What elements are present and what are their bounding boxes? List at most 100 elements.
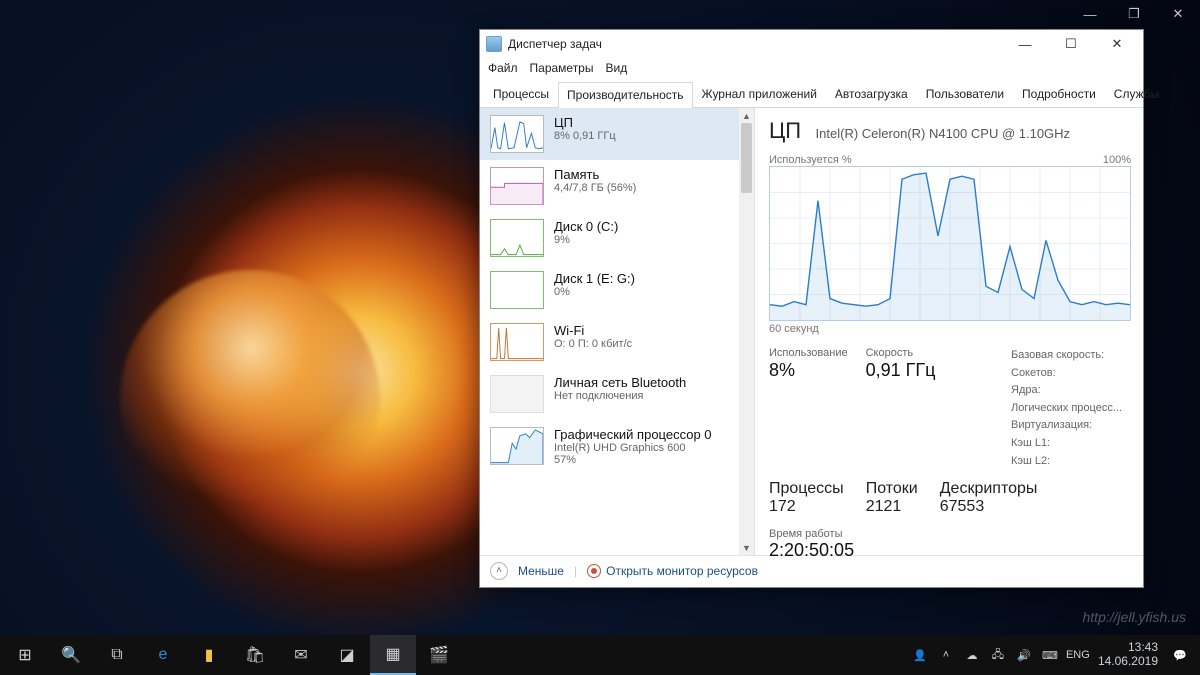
sidebar-item-disk1[interactable]: Диск 1 (E: G:) 0% [480,264,754,316]
os-window-controls: — ❐ ✕ [1068,0,1200,28]
tab-processes[interactable]: Процессы [484,81,558,107]
movies-icon[interactable]: 🎬 [416,635,462,675]
sidebar: ЦП 8% 0,91 ГГц Память 4,4/7,8 ГБ (56%) [480,108,755,555]
sidebar-item-label: Wi-Fi [554,323,632,338]
sidebar-item-gpu[interactable]: Графический процессор 0 Intel(R) UHD Gra… [480,420,754,473]
onedrive-icon[interactable]: ☁ [962,649,982,662]
sidebar-item-label: Графический процессор 0 [554,427,712,442]
chart-label-bottom: 60 секунд [769,323,1131,335]
stat-label: Скорость [866,347,936,359]
sidebar-item-cpu[interactable]: ЦП 8% 0,91 ГГц [480,108,754,160]
mini-chart-wifi [490,323,544,361]
scroll-thumb[interactable] [741,123,752,193]
desktop: — ❐ ✕ http://jell.yfish.us Диспетчер зад… [0,0,1200,675]
window-close-button[interactable]: ✕ [1097,33,1137,55]
task-manager-icon [486,36,502,52]
scroll-down-icon[interactable]: ▼ [739,540,754,555]
sidebar-item-label: Память [554,167,636,182]
open-resource-monitor-link[interactable]: Открыть монитор ресурсов [587,564,758,578]
tab-performance[interactable]: Производительность [558,82,692,108]
wallpaper-jellyfish [120,270,380,530]
mini-chart-gpu [490,427,544,465]
volume-icon[interactable]: 🔊 [1014,649,1034,662]
resource-monitor-icon [587,564,601,578]
store-icon[interactable]: 🛍 [232,635,278,675]
detail-heading: ЦП [769,118,801,144]
app-icon[interactable]: ◪ [324,635,370,675]
body: ЦП 8% 0,91 ГГц Память 4,4/7,8 ГБ (56%) [480,108,1143,555]
stat-handles-value: 67553 [940,498,1038,516]
sidebar-item-sub: 9% [554,234,618,246]
mini-chart-memory [490,167,544,205]
window-minimize-button[interactable]: — [1005,33,1045,55]
people-icon[interactable]: 👤 [910,649,930,662]
menu-options[interactable]: Параметры [530,61,594,75]
sidebar-item-wifi[interactable]: Wi-Fi О: 0 П: 0 кбит/с [480,316,754,368]
sidebar-item-sub: 0% [554,286,635,298]
chart-label-right: 100% [1103,154,1131,166]
cpu-usage-chart[interactable] [769,166,1131,321]
stat-label: Процессы [769,480,844,498]
titlebar[interactable]: Диспетчер задач — ☐ ✕ [480,30,1143,58]
os-maximize-button[interactable]: ❐ [1112,0,1156,28]
sidebar-item-memory[interactable]: Память 4,4/7,8 ГБ (56%) [480,160,754,212]
fewer-details-link[interactable]: Меньше [518,564,564,578]
tab-startup[interactable]: Автозагрузка [826,81,917,107]
os-minimize-button[interactable]: — [1068,0,1112,28]
stat-processes-value: 172 [769,498,844,516]
system-tray: 👤 ˄ ☁ 🖧 🔊 ⌨ ENG 13:43 14.06.2019 💬 [902,641,1198,669]
sidebar-item-bluetooth[interactable]: Личная сеть Bluetooth Нет подключения [480,368,754,420]
task-manager-window: Диспетчер задач — ☐ ✕ Файл Параметры Вид… [479,29,1144,588]
sidebar-item-sub: Нет подключения [554,390,686,402]
scroll-up-icon[interactable]: ▲ [739,108,754,123]
mini-chart-cpu [490,115,544,153]
sidebar-item-disk0[interactable]: Диск 0 (C:) 9% [480,212,754,264]
sidebar-item-sub: 8% 0,91 ГГц [554,130,616,142]
uptime-value: 2:20:50:05 [769,540,1131,561]
file-explorer-icon[interactable]: ▮ [186,635,232,675]
language-indicator[interactable]: ENG [1066,649,1086,661]
details-pane: ЦП Intel(R) Celeron(R) N4100 CPU @ 1.10G… [755,108,1143,555]
stat-threads-value: 2121 [866,498,918,516]
sidebar-item-label: ЦП [554,115,616,130]
edge-icon[interactable]: e [140,635,186,675]
menu-view[interactable]: Вид [605,61,627,75]
keyboard-icon[interactable]: ⌨ [1040,649,1060,662]
task-manager-taskbar-icon[interactable]: ▦ [370,635,416,675]
watermark-text: http://jell.yfish.us [1083,609,1187,625]
task-view-icon[interactable]: ⧉ [94,635,140,675]
cpu-spec-labels: Базовая скорость: Сокетов: Ядра: Логичес… [1011,347,1131,470]
tab-users[interactable]: Пользователи [917,81,1013,107]
tab-app-history[interactable]: Журнал приложений [693,81,826,107]
tab-services[interactable]: Службы [1105,81,1168,107]
tray-chevron-icon[interactable]: ˄ [936,649,956,661]
sidebar-item-label: Личная сеть Bluetooth [554,375,686,390]
os-close-button[interactable]: ✕ [1156,0,1200,28]
tab-details[interactable]: Подробности [1013,81,1105,107]
mail-icon[interactable]: ✉ [278,635,324,675]
stat-label: Использование [769,347,848,359]
window-maximize-button[interactable]: ☐ [1051,33,1091,55]
chart-label-left: Используется % [769,154,852,166]
menu-file[interactable]: Файл [488,61,518,75]
resource-monitor-label: Открыть монитор ресурсов [606,564,758,578]
stat-label: Потоки [866,480,918,498]
menu-bar: Файл Параметры Вид [480,58,1143,81]
sidebar-item-sub: О: 0 П: 0 кбит/с [554,338,632,350]
window-title: Диспетчер задач [508,37,602,51]
network-icon[interactable]: 🖧 [988,646,1008,665]
sidebar-item-label: Диск 1 (E: G:) [554,271,635,286]
start-button[interactable]: ⊞ [2,635,48,675]
cpu-model: Intel(R) Celeron(R) N4100 CPU @ 1.10GHz [816,126,1071,141]
action-center-icon[interactable]: 💬 [1170,649,1190,662]
tab-strip: Процессы Производительность Журнал прило… [480,81,1143,108]
stat-label: Дескрипторы [940,480,1038,498]
clock[interactable]: 13:43 14.06.2019 [1092,641,1164,669]
sidebar-scrollbar[interactable]: ▲ ▼ [739,108,754,555]
mini-chart-bluetooth [490,375,544,413]
sidebar-item-sub: 4,4/7,8 ГБ (56%) [554,182,636,194]
mini-chart-disk0 [490,219,544,257]
mini-chart-disk1 [490,271,544,309]
collapse-icon[interactable]: ˄ [490,562,508,580]
search-icon[interactable]: 🔍 [48,635,94,675]
